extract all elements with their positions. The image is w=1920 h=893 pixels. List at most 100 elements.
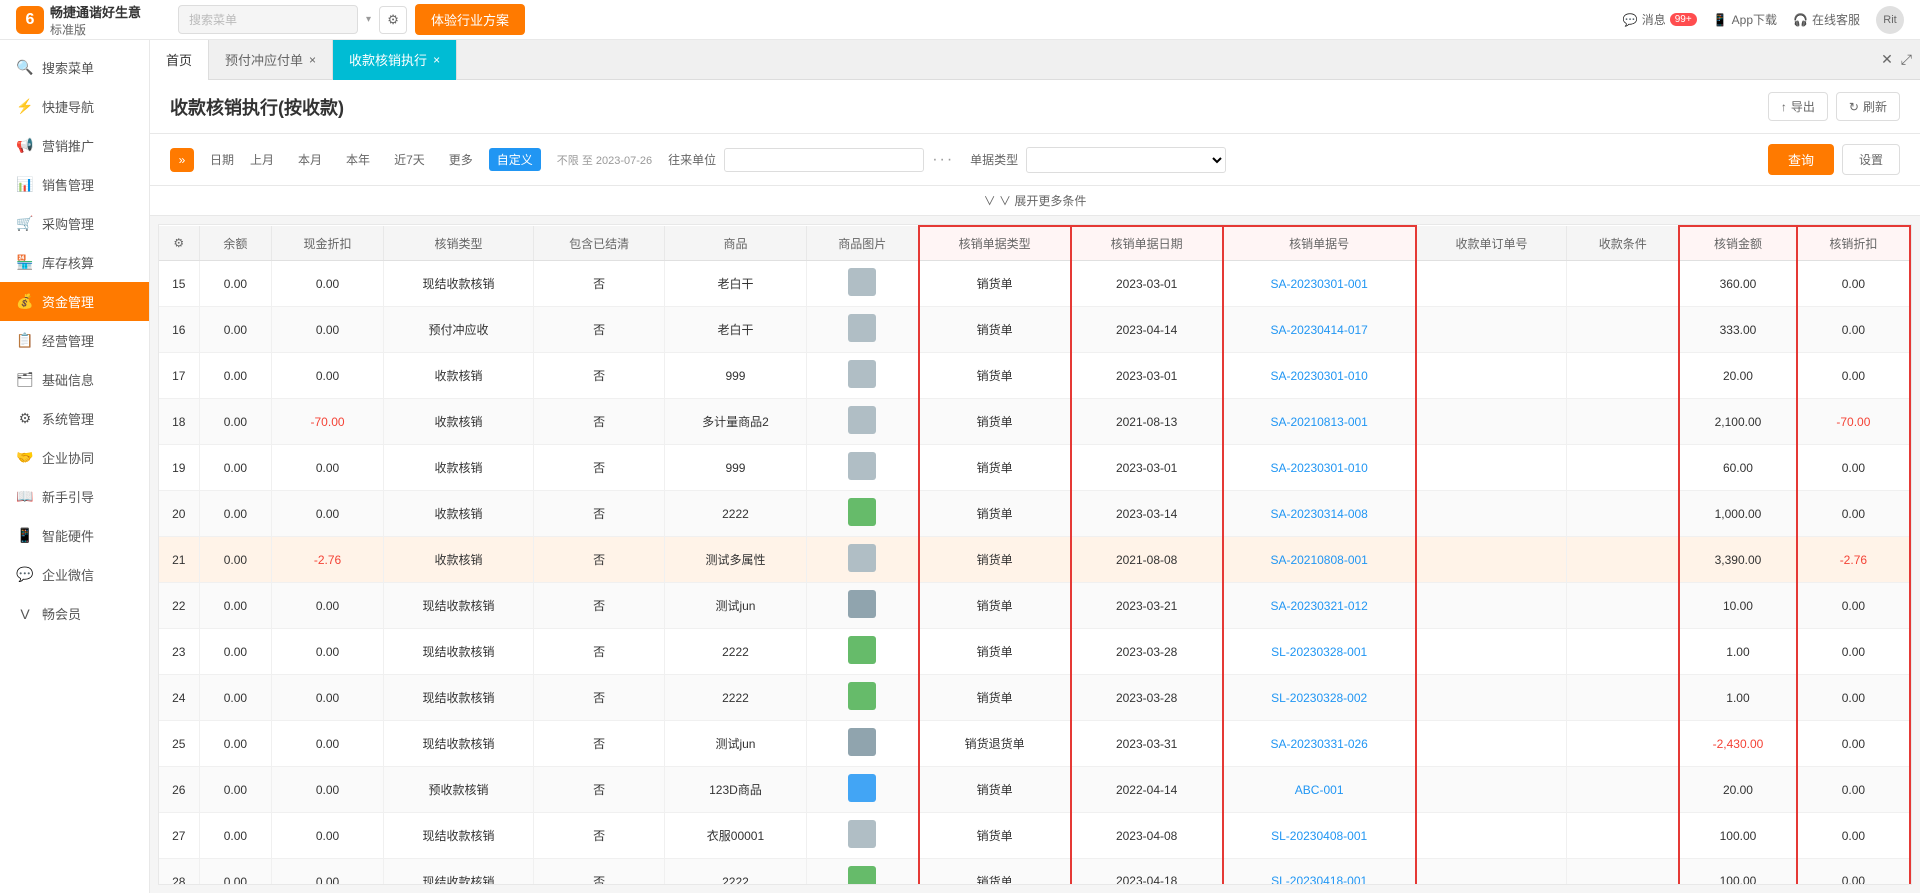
bill-no-link[interactable]: ABC-001 [1295, 783, 1344, 797]
table-row-bill-category: 销货退货单 [919, 721, 1071, 767]
table-row-cancel-amount: -2,430.00 [1679, 721, 1797, 767]
table-row-bill-date: 2023-04-14 [1071, 307, 1223, 353]
table-row-balance: 0.00 [199, 583, 272, 629]
table-row-bill-no[interactable]: SA-20230301-001 [1223, 261, 1416, 307]
search-box[interactable]: 搜索菜单 [178, 5, 358, 34]
sidebar-item-search[interactable]: 🔍 搜索菜单 [0, 48, 149, 87]
table-row-include-cleared: 否 [534, 675, 665, 721]
refresh-btn[interactable]: ↻ 刷新 [1836, 92, 1900, 121]
bill-no-link[interactable]: SL-20230418-001 [1271, 874, 1367, 885]
sidebar-item-member[interactable]: V 畅会员 [0, 594, 149, 633]
table-row-bill-no[interactable]: SL-20230408-001 [1223, 813, 1416, 859]
corp-icon: 🤝 [16, 449, 34, 467]
message-btn[interactable]: 💬 消息 99+ [1623, 11, 1697, 28]
unit-dots[interactable]: ··· [932, 151, 954, 169]
sidebar-item-finance[interactable]: 💰 资金管理 [0, 282, 149, 321]
this-year-btn[interactable]: 本年 [338, 148, 378, 171]
table-row-id: 27 [159, 813, 199, 859]
table-row-bill-no[interactable]: SA-20230301-010 [1223, 445, 1416, 491]
tab-receipts[interactable]: 收款核销执行 × [333, 40, 457, 80]
bill-no-link[interactable]: SA-20230321-012 [1270, 599, 1367, 613]
table-row-receipt-order-no [1416, 583, 1567, 629]
custom-btn[interactable]: 自定义 [489, 148, 541, 171]
table-row-bill-no[interactable]: SL-20230418-001 [1223, 859, 1416, 886]
window-close-btn[interactable]: ✕ [1881, 51, 1893, 68]
table-row-id: 28 [159, 859, 199, 886]
sidebar-label-marketing: 营销推广 [42, 136, 94, 155]
sidebar-item-sales[interactable]: 📊 销售管理 [0, 165, 149, 204]
table-row-bill-no[interactable]: SA-20230331-026 [1223, 721, 1416, 767]
tab-receipts-close[interactable]: × [433, 53, 440, 67]
export-btn[interactable]: ↑ 导出 [1768, 92, 1828, 121]
table-row-bill-no[interactable]: SA-20210808-001 [1223, 537, 1416, 583]
table-row-cancel-type: 现结收款核销 [383, 859, 533, 886]
settings-btn[interactable]: 设置 [1842, 144, 1900, 175]
table-row-receipt-condition [1567, 859, 1679, 886]
bill-no-link[interactable]: SL-20230328-001 [1271, 645, 1367, 659]
sidebar-item-basic[interactable]: 🗂 基础信息 [0, 360, 149, 399]
table-row-cash-discount: 0.00 [272, 261, 384, 307]
sidebar-item-purchase[interactable]: 🛒 采购管理 [0, 204, 149, 243]
online-service-btn[interactable]: 🎧 在线客服 [1793, 11, 1860, 28]
bill-no-link[interactable]: SA-20230314-008 [1270, 507, 1367, 521]
table-row-bill-no[interactable]: SL-20230328-001 [1223, 629, 1416, 675]
from-unit-input[interactable] [724, 148, 924, 172]
industry-btn[interactable]: 体验行业方案 [415, 4, 525, 35]
bill-no-link[interactable]: SA-20230301-010 [1270, 369, 1367, 383]
table-row-bill-no[interactable]: SA-20210813-001 [1223, 399, 1416, 445]
table-row-bill-no[interactable]: SA-20230301-010 [1223, 353, 1416, 399]
sidebar-item-hardware[interactable]: 📱 智能硬件 [0, 516, 149, 555]
sidebar-item-wechat[interactable]: 💬 企业微信 [0, 555, 149, 594]
table-row-bill-no[interactable]: SL-20230328-002 [1223, 675, 1416, 721]
table-row-receipt-order-no [1416, 675, 1567, 721]
more-btn[interactable]: 更多 [441, 148, 481, 171]
bill-no-link[interactable]: SA-20230301-010 [1270, 461, 1367, 475]
table-row-goods: 测试多属性 [665, 537, 807, 583]
this-month-btn[interactable]: 本月 [290, 148, 330, 171]
query-btn[interactable]: 查询 [1768, 144, 1834, 175]
bill-no-link[interactable]: SA-20210813-001 [1270, 415, 1367, 429]
expand-more-bar[interactable]: ∨ ∨ 展开更多条件 [150, 186, 1920, 216]
bill-no-link[interactable]: SA-20230301-001 [1270, 277, 1367, 291]
filter-expand-btn[interactable]: » [170, 148, 194, 172]
from-unit-label: 往来单位 [668, 151, 716, 168]
table-row-cancel-amount: 1.00 [1679, 629, 1797, 675]
tab-home[interactable]: 首页 [150, 40, 209, 80]
app-download-btn[interactable]: 📱 App下载 [1713, 11, 1777, 28]
sidebar-item-corp[interactable]: 🤝 企业协同 [0, 438, 149, 477]
bill-no-link[interactable]: SA-20210808-001 [1270, 553, 1367, 567]
bill-no-link[interactable]: SL-20230408-001 [1271, 829, 1367, 843]
table-row-bill-no[interactable]: SA-20230321-012 [1223, 583, 1416, 629]
sidebar-item-guide[interactable]: 📖 新手引导 [0, 477, 149, 516]
table-row-bill-date: 2023-03-01 [1071, 353, 1223, 399]
tab-prepay[interactable]: 预付冲应付单 × [209, 40, 333, 80]
table-row-include-cleared: 否 [534, 813, 665, 859]
last-month-btn[interactable]: 上月 [242, 148, 282, 171]
table-row-bill-no[interactable]: SA-20230414-017 [1223, 307, 1416, 353]
date-range-display: 不限 至 2023-07-26 [557, 152, 652, 168]
user-avatar[interactable]: Rit [1876, 6, 1904, 34]
last7-btn[interactable]: 近7天 [386, 148, 433, 171]
tab-prepay-close[interactable]: × [309, 53, 316, 67]
table-row-bill-no[interactable]: SA-20230314-008 [1223, 491, 1416, 537]
bill-no-link[interactable]: SA-20230414-017 [1270, 323, 1367, 337]
table-row-goods: 老白干 [665, 307, 807, 353]
sidebar-item-quicknav[interactable]: ⚡ 快捷导航 [0, 87, 149, 126]
window-expand-btn[interactable]: ⤢ [1901, 51, 1912, 68]
table-row-bill-no[interactable]: ABC-001 [1223, 767, 1416, 813]
sidebar-item-operations[interactable]: 📋 经营管理 [0, 321, 149, 360]
bill-no-link[interactable]: SL-20230328-002 [1271, 691, 1367, 705]
col-settings-header[interactable]: ⚙ [159, 226, 199, 261]
table-row-id: 19 [159, 445, 199, 491]
page-title: 收款核销执行(按收款) [170, 94, 344, 120]
sidebar-item-inventory[interactable]: 🏪 库存核算 [0, 243, 149, 282]
sidebar-item-system[interactable]: ⚙ 系统管理 [0, 399, 149, 438]
bill-type-select[interactable] [1026, 147, 1226, 173]
table-row-include-cleared: 否 [534, 445, 665, 491]
table-row-bill-date: 2023-03-01 [1071, 445, 1223, 491]
gear-button[interactable]: ⚙ [379, 6, 407, 34]
bill-no-link[interactable]: SA-20230331-026 [1270, 737, 1367, 751]
page-actions: ↑ 导出 ↻ 刷新 [1768, 92, 1900, 121]
sidebar-item-marketing[interactable]: 📢 营销推广 [0, 126, 149, 165]
dropdown-arrow-icon[interactable]: ▾ [366, 14, 371, 25]
